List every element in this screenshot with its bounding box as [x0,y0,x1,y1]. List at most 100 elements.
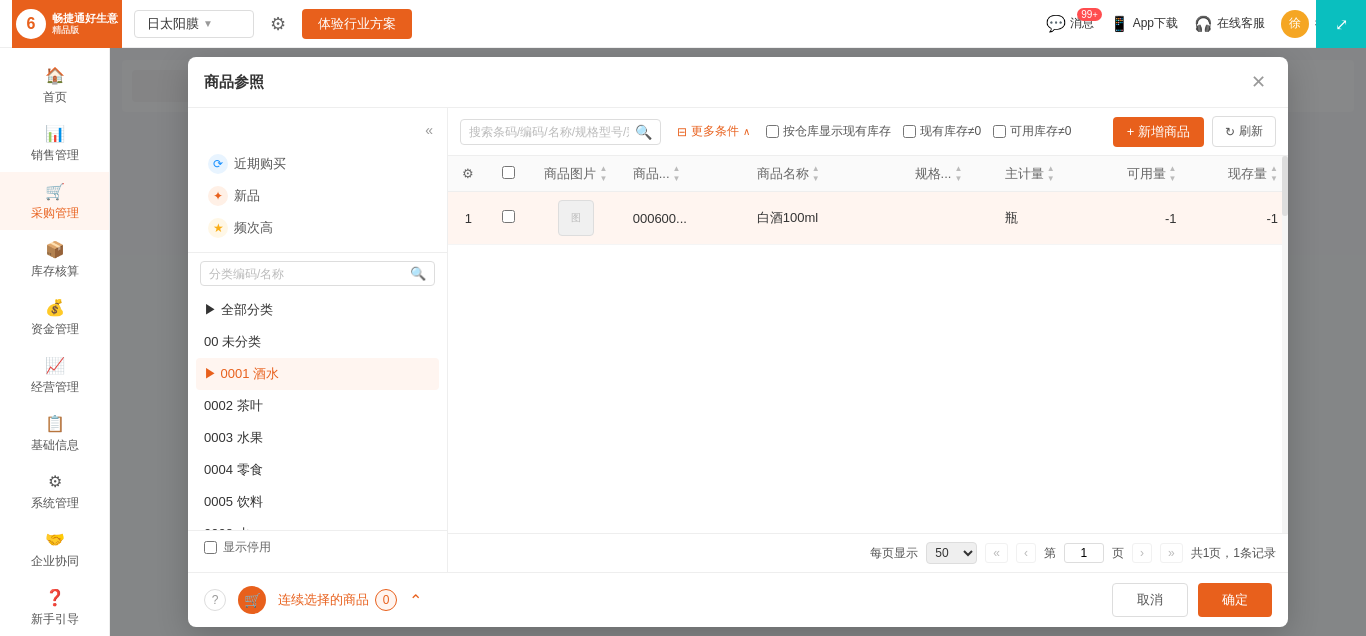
add-product-button[interactable]: + 新增商品 [1113,117,1204,147]
th-settings[interactable]: ⚙ [448,156,489,192]
show-disabled-section: 显示停用 [188,530,447,564]
page-input[interactable] [1064,543,1104,563]
sidebar-item-purchase[interactable]: 🛒 采购管理 [0,172,109,230]
quick-filter-freq[interactable]: ★ 频次高 [200,212,435,244]
sidebar-item-home[interactable]: 🏠 首页 [0,56,109,114]
main-layout: 🏠 首页 📊 销售管理 🛒 采购管理 📦 库存核算 💰 资金管理 📈 经营管理 … [0,48,1366,636]
recent-icon: ⟳ [208,154,228,174]
modal-overlay: 商品参照 ✕ « ⟳ 近期购买 [110,48,1366,636]
refresh-button[interactable]: ↻ 刷新 [1212,116,1276,147]
sidebar-item-inventory[interactable]: 📦 库存核算 [0,230,109,288]
th-check[interactable] [489,156,530,192]
table-toolbar: 🔍 ⊟ 更多条件 ∧ 按仓库显示现有库存 [448,108,1288,156]
th-spec: 规格... ▲▼ [905,156,995,192]
finance-icon: 💰 [44,296,66,318]
row-image-cell: 图 [529,192,623,245]
basic-info-icon: 📋 [44,412,66,434]
product-search-box: 🔍 [460,119,661,145]
product-search-input[interactable] [469,125,629,139]
row-checkbox[interactable] [502,210,515,223]
modal-footer: ? 🛒 连续选择的商品 0 ⌃ 取消 确定 [188,572,1288,627]
prev-page-btn[interactable]: ‹ [1016,543,1036,563]
cancel-button[interactable]: 取消 [1112,583,1188,617]
nonzero-avail-checkbox[interactable] [993,125,1006,138]
cart-icon-btn[interactable]: 🛒 [238,586,266,614]
continuous-select-label: 连续选择的商品 0 [278,589,397,611]
logo-text: 畅捷通好生意 精品版 [52,11,118,37]
left-panel-header: « [188,116,447,148]
select-all-checkbox[interactable] [502,166,515,179]
category-item-all[interactable]: ▶ 全部分类 [196,294,439,326]
refresh-icon: ↻ [1225,125,1235,139]
table-row[interactable]: 1 图 [448,192,1288,245]
content-area: 查询 设置 刷新 商品参照 ✕ [110,48,1366,636]
search-icon: 🔍 [410,266,426,281]
quick-filter-recent[interactable]: ⟳ 近期购买 [200,148,435,180]
sidebar-item-collab[interactable]: 🤝 企业协同 [0,520,109,578]
category-item-water[interactable]: 0008 水 [196,518,439,530]
modal-title: 商品参照 [204,73,264,92]
online-service-nav-item[interactable]: 🎧 在线客服 [1194,15,1265,33]
modal-body: « ⟳ 近期购买 ✦ 新品 ★ [188,108,1288,572]
th-code: 商品... ▲▼ [623,156,747,192]
last-page-btn[interactable]: » [1160,543,1183,563]
modal-close-button[interactable]: ✕ [1245,69,1272,95]
sidebar-item-basic-info[interactable]: 📋 基础信息 [0,404,109,462]
message-nav-item[interactable]: 💬 消息 99+ [1046,14,1094,33]
collab-icon: 🤝 [44,528,66,550]
sidebar: 🏠 首页 📊 销售管理 🛒 采购管理 📦 库存核算 💰 资金管理 📈 经营管理 … [0,48,110,636]
guide-icon: ❓ [44,586,66,608]
more-conditions-button[interactable]: ⊟ 更多条件 ∧ [669,119,758,144]
category-item-tea[interactable]: 0002 茶叶 [196,390,439,422]
sidebar-item-operations[interactable]: 📈 经营管理 [0,346,109,404]
nonzero-stock-checkbox[interactable] [903,125,916,138]
sidebar-item-guide[interactable]: ❓ 新手引导 [0,578,109,636]
settings-icon-btn[interactable]: ⚙ [266,9,290,39]
store-selector[interactable]: 日太阳膜 ▼ [134,10,254,38]
category-item-snack[interactable]: 0004 零食 [196,454,439,486]
first-page-btn[interactable]: « [985,543,1008,563]
warehouse-stock-checkbox[interactable] [766,125,779,138]
th-stock: 现存量 ▲▼ [1186,156,1288,192]
app-download-nav-item[interactable]: 📱 App下载 [1110,15,1178,33]
table-scrollbar[interactable] [1282,156,1288,533]
category-search-box: 🔍 [200,261,435,286]
search-icon: 🔍 [635,124,652,140]
row-checkbox-cell[interactable] [489,192,530,245]
sidebar-item-finance[interactable]: 💰 资金管理 [0,288,109,346]
message-icon: 💬 [1046,14,1066,33]
category-item-uncategorized[interactable]: 00 未分类 [196,326,439,358]
category-item-drink[interactable]: 0005 饮料 [196,486,439,518]
sidebar-item-system[interactable]: ⚙ 系统管理 [0,462,109,520]
page-size-select[interactable]: 50 10 20 100 [926,542,977,564]
sidebar-item-sales[interactable]: 📊 销售管理 [0,114,109,172]
th-avail: 可用量 ▲▼ [1085,156,1186,192]
table-header-row: ⚙ 商品图片 ▲▼ [448,156,1288,192]
row-code: 000600... [623,192,747,245]
help-icon-btn[interactable]: ? [204,589,226,611]
right-panel: 🔍 ⊟ 更多条件 ∧ 按仓库显示现有库存 [448,108,1288,572]
row-avail: -1 [1085,192,1186,245]
nonzero-stock-filter[interactable]: 现有库存≠0 [903,123,981,140]
category-item-liquor[interactable]: ▶ 0001 酒水 [196,358,439,390]
product-reference-modal: 商品参照 ✕ « ⟳ 近期购买 [188,57,1288,627]
category-search-input[interactable] [209,267,404,281]
confirm-button[interactable]: 确定 [1198,583,1272,617]
category-item-fruit[interactable]: 0003 水果 [196,422,439,454]
collapse-left-btn[interactable]: « [423,120,435,140]
row-name: 白酒100ml [747,192,905,245]
next-page-btn[interactable]: › [1132,543,1152,563]
trial-button[interactable]: 体验行业方案 [302,9,412,39]
row-stock: -1 [1186,192,1288,245]
quick-filter-new[interactable]: ✦ 新品 [200,180,435,212]
freq-icon: ★ [208,218,228,238]
message-badge: 99+ [1077,8,1101,21]
warehouse-stock-filter[interactable]: 按仓库显示现有库存 [766,123,891,140]
nonzero-avail-filter[interactable]: 可用库存≠0 [993,123,1071,140]
phone-icon: 📱 [1110,15,1129,33]
footer-collapse-btn[interactable]: ⌃ [409,591,422,610]
show-disabled-checkbox[interactable] [204,541,217,554]
logo: 6 畅捷通好生意 精品版 [12,0,122,48]
scrollbar-thumb [1282,156,1288,216]
avatar: 徐 [1281,10,1309,38]
